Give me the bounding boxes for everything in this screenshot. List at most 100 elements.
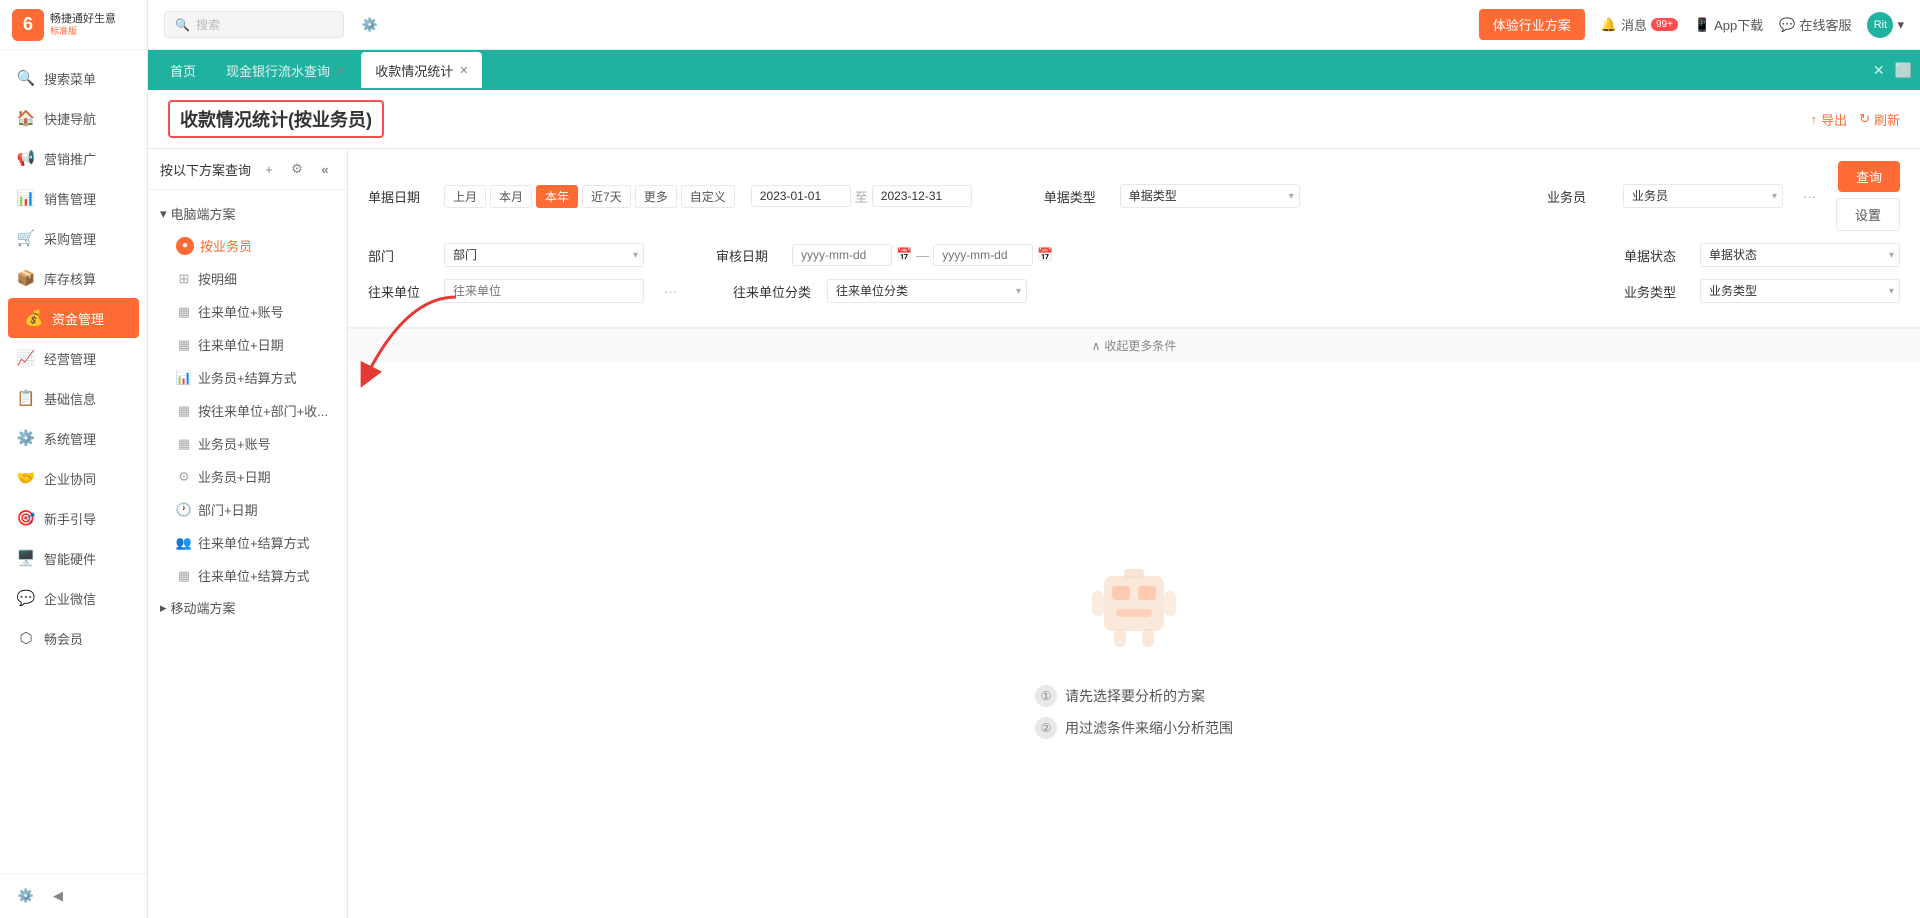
doc-type-label: 单据类型 [1044, 187, 1104, 206]
tree-item-staff-account[interactable]: ▦ 业务员+账号 [148, 427, 347, 460]
date-btn-custom[interactable]: 自定义 [681, 185, 735, 208]
dept-select[interactable]: 部门 [444, 243, 644, 267]
tree-item-staff-settlement[interactable]: 📊 业务员+结算方式 [148, 361, 347, 394]
tree-item-partner-settlement2[interactable]: ▦ 往来单位+结算方式 [148, 559, 347, 592]
query-btn[interactable]: 查询 [1838, 161, 1900, 192]
date-btn-this-year[interactable]: 本年 [536, 185, 578, 208]
online-service-btn[interactable]: 💬 在线客服 [1779, 15, 1851, 34]
app-download-btn[interactable]: 📱 App下载 [1694, 15, 1763, 34]
page-area: 收款情况统计(按业务员) ↑ 导出 ↻ 刷新 按以下方案查询 [148, 90, 1920, 918]
sidebar-item-inventory[interactable]: 📦 库存核算 [0, 258, 147, 298]
doc-type-select[interactable]: 单据类型 [1120, 184, 1300, 208]
date-btn-more[interactable]: 更多 [635, 185, 677, 208]
partner-category-select[interactable]: 往来单位分类 [827, 279, 1027, 303]
tree-item-partner-dept[interactable]: ▦ 按往来单位+部门+收... [148, 394, 347, 427]
partner-label: 往来单位 [368, 282, 428, 301]
doc-status-select[interactable]: 单据状态 [1700, 243, 1900, 267]
sidebar-item-sales[interactable]: 📊 销售管理 [0, 178, 147, 218]
sidebar-collapse-btn[interactable]: ◀ [48, 886, 68, 906]
chevron-right-icon: ▸ [160, 600, 167, 616]
chevron-down-icon: ▾ [160, 206, 167, 222]
purchase-icon: 🛒 [16, 228, 36, 248]
staff-label: 业务员 [1547, 187, 1607, 206]
basic-icon: 📋 [16, 388, 36, 408]
audit-from-input[interactable] [792, 244, 892, 266]
calendar-icon-2[interactable]: 📅 [1037, 247, 1053, 263]
app-logo-text: 畅捷通好生意 标准版 [50, 12, 116, 38]
date-btn-7days[interactable]: 近7天 [582, 185, 631, 208]
panel-collapse-btn[interactable]: « [315, 159, 335, 179]
date-from-input[interactable] [751, 185, 851, 207]
tab-close-all-btn[interactable]: ✕ [1873, 62, 1885, 79]
trial-btn[interactable]: 体验行业方案 [1479, 9, 1585, 40]
sidebar-item-marketing[interactable]: 📢 营销推广 [0, 138, 147, 178]
tree-item-by-staff[interactable]: ● 按业务员 [148, 229, 347, 262]
date-label: 单据日期 [368, 187, 428, 206]
member-icon: ⬡ [16, 628, 36, 648]
left-panel: 按以下方案查询 + ⚙ « ▾ 电脑端方案 [148, 149, 348, 918]
sidebar-item-newbie[interactable]: 🎯 新手引导 [0, 498, 147, 538]
tree-item-by-detail[interactable]: ⊞ 按明细 [148, 262, 347, 295]
tree-item-partner-account[interactable]: ▦ 往来单位+账号 [148, 295, 347, 328]
tree-group-desktop-label: 电脑端方案 [171, 204, 236, 223]
export-icon: ↑ [1811, 112, 1818, 127]
sidebar-settings-btn[interactable]: ⚙️ [16, 886, 36, 906]
sidebar-item-system[interactable]: ⚙️ 系统管理 [0, 418, 147, 458]
tab-close-collection[interactable]: ✕ [459, 64, 468, 77]
tab-close-bank-flow[interactable]: ✕ [336, 64, 345, 77]
search-icon: 🔍 [16, 68, 36, 88]
date-to-input[interactable] [872, 185, 972, 207]
date-input-group: 至 [751, 185, 972, 207]
sidebar-item-wechat[interactable]: 💬 企业微信 [0, 578, 147, 618]
tree-group-mobile-header[interactable]: ▸ 移动端方案 [148, 592, 347, 623]
staff-more-btn[interactable]: ··· [1799, 189, 1820, 204]
partner-more-btn[interactable]: ··· [660, 284, 681, 299]
date-btn-last-month[interactable]: 上月 [444, 185, 486, 208]
panel-add-btn[interactable]: + [259, 159, 279, 179]
calendar-icon[interactable]: 📅 [896, 247, 912, 263]
tab-bank-flow[interactable]: 现金银行流水查询 ✕ [212, 52, 359, 88]
empty-area: ① 请先选择要分析的方案 ② 用过滤条件来缩小分析范围 [348, 362, 1920, 918]
tabbar-right: ✕ ⬜ [1873, 62, 1912, 79]
sidebar-item-search[interactable]: 🔍 搜索菜单 [0, 58, 147, 98]
sidebar-item-hardware[interactable]: 🖥️ 智能硬件 [0, 538, 147, 578]
tree-group-desktop-header[interactable]: ▾ 电脑端方案 [148, 198, 347, 229]
user-avatar[interactable]: Rit ▾ [1867, 12, 1904, 38]
biz-type-select-wrap: 业务类型 ▾ [1700, 279, 1900, 303]
sidebar-item-enterprise[interactable]: 🤝 企业协同 [0, 458, 147, 498]
refresh-btn[interactable]: ↻ 刷新 [1859, 110, 1900, 129]
audit-to-input[interactable] [933, 244, 1033, 266]
topbar-gear-btn[interactable]: ⚙️ [356, 11, 384, 39]
tree-item-dept-date[interactable]: 🕐 部门+日期 [148, 493, 347, 526]
biz-type-select[interactable]: 业务类型 [1700, 279, 1900, 303]
tree-item-staff-date[interactable]: ⚙ 业务员+日期 [148, 460, 347, 493]
staff-account-icon: ▦ [176, 436, 192, 452]
sidebar-item-member[interactable]: ⬡ 畅会员 [0, 618, 147, 658]
tree-item-partner-settlement1[interactable]: 👥 往来单位+结算方式 [148, 526, 347, 559]
sidebar-item-quick-nav[interactable]: 🏠 快捷导航 [0, 98, 147, 138]
sidebar-item-finance[interactable]: 💰 资金管理 [8, 298, 139, 338]
panel-settings-btn[interactable]: ⚙ [287, 159, 307, 179]
date-btn-this-month[interactable]: 本月 [490, 185, 532, 208]
tab-home[interactable]: 首页 [156, 52, 210, 88]
export-btn[interactable]: ↑ 导出 [1811, 110, 1848, 129]
tab-maximize-btn[interactable]: ⬜ [1895, 62, 1912, 79]
partner-dept-icon: ▦ [176, 403, 192, 419]
setting-btn[interactable]: 设置 [1836, 198, 1900, 231]
download-icon: 📱 [1694, 17, 1710, 33]
staff-select[interactable]: 业务员 [1623, 184, 1783, 208]
operation-icon: 📈 [16, 348, 36, 368]
topbar-search[interactable]: 🔍 搜索 [164, 11, 344, 38]
empty-tip-1: ① 请先选择要分析的方案 [1035, 685, 1233, 707]
sidebar-bottom: ⚙️ ◀ [0, 873, 147, 918]
sidebar-item-operation[interactable]: 📈 经营管理 [0, 338, 147, 378]
collapse-bar[interactable]: ∧ 收起更多条件 [348, 328, 1920, 362]
partner-input[interactable] [444, 279, 644, 303]
dept-label: 部门 [368, 246, 428, 265]
notification-btn[interactable]: 🔔 消息 99+ [1601, 15, 1678, 34]
sidebar-item-purchase[interactable]: 🛒 采购管理 [0, 218, 147, 258]
tree-item-partner-date[interactable]: ▦ 往来单位+日期 [148, 328, 347, 361]
tab-collection[interactable]: 收款情况统计 ✕ [361, 52, 482, 88]
sidebar-item-basic[interactable]: 📋 基础信息 [0, 378, 147, 418]
chevron-down-icon: ▾ [1897, 17, 1904, 33]
